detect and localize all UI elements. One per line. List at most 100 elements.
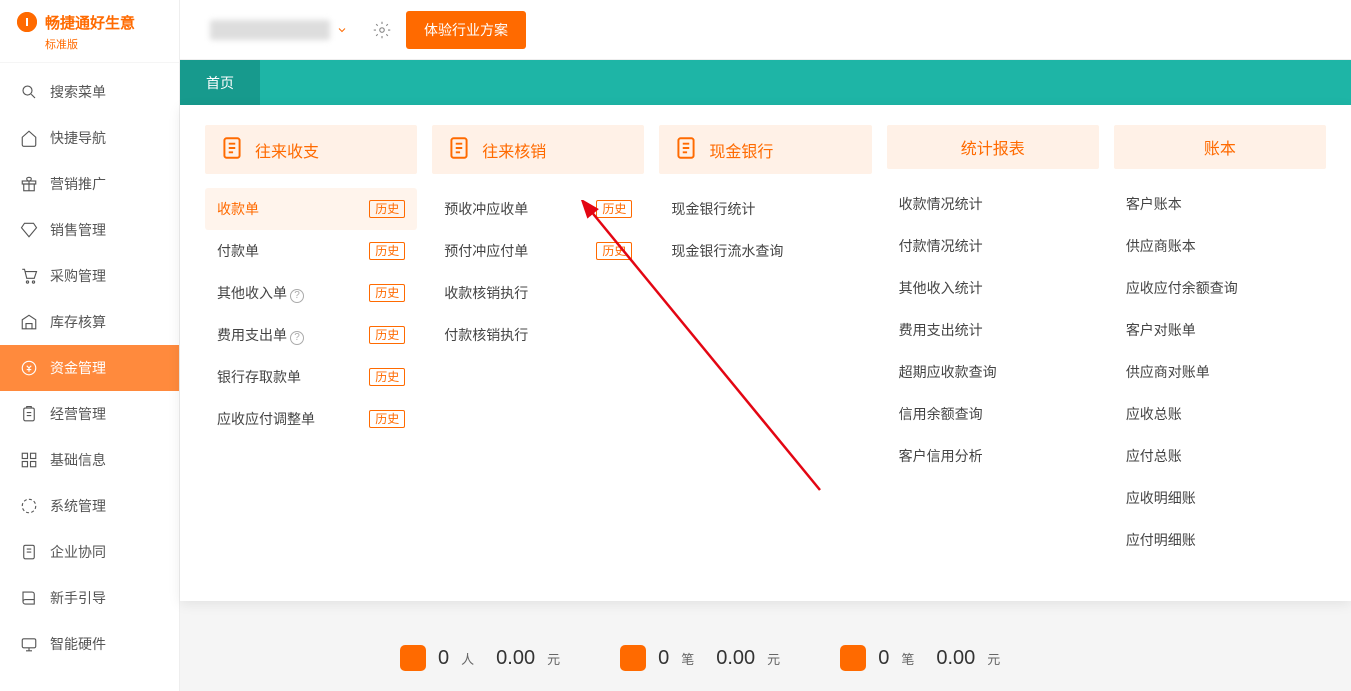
sidebar-item-8[interactable]: 基础信息: [0, 437, 179, 483]
mega-item-label: 付款情况统计: [899, 236, 983, 256]
sidebar-item-label: 经营管理: [50, 404, 106, 424]
side-menu: 搜索菜单快捷导航营销推广销售管理采购管理库存核算资金管理经营管理基础信息系统管理…: [0, 63, 179, 667]
sidebar-item-2[interactable]: 营销推广: [0, 161, 179, 207]
mega-item[interactable]: 应付明细账: [1114, 519, 1326, 561]
mega-item[interactable]: 应收应付调整单 历史: [205, 398, 417, 440]
mega-item[interactable]: 预付冲应付单 历史: [432, 230, 644, 272]
summary-amount-unit: 元: [767, 649, 780, 668]
topbar: 体验行业方案: [180, 0, 1351, 60]
mega-item[interactable]: 客户对账单: [1114, 309, 1326, 351]
mega-item-label: 预付冲应付单: [444, 241, 528, 261]
history-tag[interactable]: 历史: [596, 242, 632, 260]
mega-item[interactable]: 应收总账: [1114, 393, 1326, 435]
mega-item[interactable]: 应收应付余额查询: [1114, 267, 1326, 309]
mega-item[interactable]: 银行存取款单历史: [205, 356, 417, 398]
summary-count: 0: [658, 647, 669, 670]
mega-column-header: 统计报表: [887, 125, 1099, 169]
summary-icon: [840, 645, 866, 671]
mega-column-title: 往来核销: [482, 138, 546, 162]
sidebar-item-12[interactable]: 智能硬件: [0, 621, 179, 667]
summary-amount-unit: 元: [987, 649, 1000, 668]
help-icon[interactable]: ?: [290, 289, 304, 303]
sidebar-item-4[interactable]: 采购管理: [0, 253, 179, 299]
mega-item[interactable]: 现金银行流水查询: [659, 230, 871, 272]
sidebar-item-1[interactable]: 快捷导航: [0, 115, 179, 161]
history-tag[interactable]: 历史: [369, 200, 405, 218]
sidebar-item-3[interactable]: 销售管理: [0, 207, 179, 253]
mega-item[interactable]: 客户账本: [1114, 183, 1326, 225]
mega-item[interactable]: 收款核销执行: [432, 272, 644, 314]
mega-item[interactable]: 收款单历史: [205, 188, 417, 230]
mega-item[interactable]: 其他收入统计: [887, 267, 1099, 309]
history-tag[interactable]: 历史: [369, 242, 405, 260]
mega-item[interactable]: 信用余额查询: [887, 393, 1099, 435]
mega-item-label: 应收应付余额查询: [1126, 278, 1238, 298]
sidebar-item-label: 销售管理: [50, 220, 106, 240]
mega-item-label: 应付总账: [1126, 446, 1182, 466]
sidebar-item-10[interactable]: 企业协同: [0, 529, 179, 575]
sidebar-item-label: 系统管理: [50, 496, 106, 516]
mega-item-label: 客户账本: [1126, 194, 1182, 214]
sidebar: 畅捷通好生意 标准版 搜索菜单快捷导航营销推广销售管理采购管理库存核算资金管理经…: [0, 0, 180, 691]
mega-item[interactable]: 预收冲应收单历史: [432, 188, 644, 230]
mega-item-label: 其他收入单?: [217, 283, 304, 303]
mega-item[interactable]: 收款情况统计: [887, 183, 1099, 225]
mega-item[interactable]: 客户信用分析: [887, 435, 1099, 477]
summary-count: 0: [878, 647, 889, 670]
org-selector[interactable]: [200, 14, 358, 46]
help-icon[interactable]: ?: [290, 331, 304, 345]
history-tag[interactable]: 历史: [369, 284, 405, 302]
sidebar-item-label: 采购管理: [50, 266, 106, 286]
mega-column-3: 统计报表收款情况统计付款情况统计其他收入统计费用支出统计超期应收款查询信用余额查…: [887, 125, 1099, 561]
sidebar-item-9[interactable]: 系统管理: [0, 483, 179, 529]
doc-icon: [673, 135, 699, 164]
mega-item-label: 付款单: [217, 241, 259, 261]
tab-0[interactable]: 首页: [180, 60, 260, 105]
summary-count: 0: [438, 647, 449, 670]
summary-amount: 0.00: [936, 647, 975, 670]
sidebar-item-11[interactable]: 新手引导: [0, 575, 179, 621]
mega-item[interactable]: 付款单 历史: [205, 230, 417, 272]
mega-item[interactable]: 付款情况统计: [887, 225, 1099, 267]
settings-button[interactable]: [368, 16, 396, 44]
mega-item[interactable]: 应收明细账: [1114, 477, 1326, 519]
chevron-down-icon: [336, 24, 348, 36]
mega-item[interactable]: 付款核销执行: [432, 314, 644, 356]
history-tag[interactable]: 历史: [369, 410, 405, 428]
summary-count-unit: 笔: [681, 649, 694, 668]
summary-icon: [620, 645, 646, 671]
sidebar-item-0[interactable]: 搜索菜单: [0, 69, 179, 115]
mega-item-label: 供应商账本: [1126, 236, 1196, 256]
experience-plan-button[interactable]: 体验行业方案: [406, 11, 526, 49]
mega-item[interactable]: 其他收入单? 历史: [205, 272, 417, 314]
history-tag[interactable]: 历史: [369, 368, 405, 386]
mega-column-title: 统计报表: [961, 135, 1025, 159]
mega-item-label: 应收明细账: [1126, 488, 1196, 508]
sidebar-item-label: 资金管理: [50, 358, 106, 378]
mega-item[interactable]: 费用支出统计: [887, 309, 1099, 351]
mega-column-title: 往来收支: [255, 138, 319, 162]
sidebar-item-label: 智能硬件: [50, 634, 106, 654]
sidebar-item-label: 库存核算: [50, 312, 106, 332]
summary-cards: 0人0.00元0笔0.00元0笔0.00元: [400, 645, 1321, 671]
mega-item[interactable]: 供应商对账单: [1114, 351, 1326, 393]
history-tag[interactable]: 历史: [596, 200, 632, 218]
mega-item[interactable]: 现金银行统计: [659, 188, 871, 230]
sidebar-item-label: 基础信息: [50, 450, 106, 470]
history-tag[interactable]: 历史: [369, 326, 405, 344]
brand-name: 畅捷通好生意: [45, 12, 135, 33]
mega-item[interactable]: 费用支出单?历史: [205, 314, 417, 356]
mega-column-2: 现金银行现金银行统计现金银行流水查询: [659, 125, 871, 561]
summary-icon: [400, 645, 426, 671]
mega-item-label: 超期应收款查询: [899, 362, 997, 382]
mega-item-label: 应付明细账: [1126, 530, 1196, 550]
sidebar-item-6[interactable]: 资金管理: [0, 345, 179, 391]
sidebar-item-7[interactable]: 经营管理: [0, 391, 179, 437]
mega-item[interactable]: 应付总账: [1114, 435, 1326, 477]
mega-item[interactable]: 超期应收款查询: [887, 351, 1099, 393]
sidebar-item-label: 快捷导航: [50, 128, 106, 148]
sidebar-item-5[interactable]: 库存核算: [0, 299, 179, 345]
mega-item-label: 应收应付调整单: [217, 409, 315, 429]
mega-item-label: 费用支出统计: [899, 320, 983, 340]
mega-item[interactable]: 供应商账本: [1114, 225, 1326, 267]
